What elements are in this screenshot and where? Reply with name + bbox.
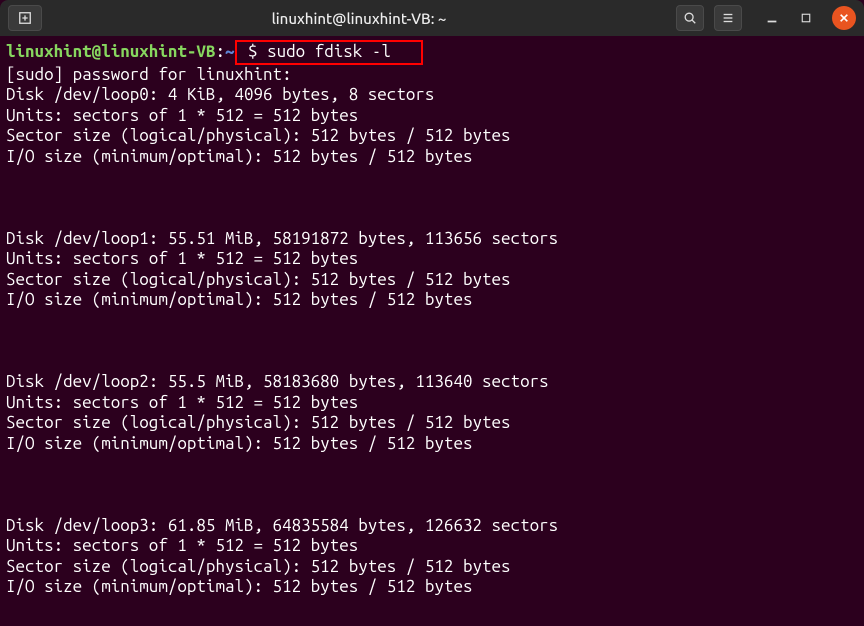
sudo-password-line: [sudo] password for linuxhint: — [6, 65, 292, 84]
disk0-line1: Disk /dev/loop0: 4 KiB, 4096 bytes, 8 se… — [6, 85, 434, 104]
disk2-line3: Sector size (logical/physical): 512 byte… — [6, 413, 511, 432]
command-text: sudo fdisk -l — [267, 42, 391, 61]
window-title: linuxhint@linuxhint-VB: ~ — [50, 10, 668, 27]
disk0-line2: Units: sectors of 1 * 512 = 512 bytes — [6, 106, 358, 125]
terminal-window: linuxhint@linuxhint-VB: ~ linuxhint@l — [0, 0, 864, 626]
disk1-line4: I/O size (minimum/optimal): 512 bytes / … — [6, 290, 472, 309]
disk0-line4: I/O size (minimum/optimal): 512 bytes / … — [6, 147, 472, 166]
titlebar-left — [8, 5, 42, 31]
new-tab-button[interactable] — [8, 5, 42, 31]
prompt-path: ~ — [225, 42, 235, 61]
disk3-line3: Sector size (logical/physical): 512 byte… — [6, 557, 511, 576]
close-button[interactable] — [832, 6, 856, 30]
prompt-separator: : — [215, 42, 225, 61]
disk0-line3: Sector size (logical/physical): 512 byte… — [6, 126, 511, 145]
disk3-line4: I/O size (minimum/optimal): 512 bytes / … — [6, 577, 472, 596]
disk1-line3: Sector size (logical/physical): 512 byte… — [6, 270, 511, 289]
window-controls — [764, 6, 856, 30]
disk2-line1: Disk /dev/loop2: 55.5 MiB, 58183680 byte… — [6, 372, 549, 391]
maximize-button[interactable] — [798, 10, 814, 26]
disk1-line2: Units: sectors of 1 * 512 = 512 bytes — [6, 249, 358, 268]
search-button[interactable] — [676, 5, 704, 31]
titlebar-right — [676, 5, 856, 31]
disk2-line4: I/O size (minimum/optimal): 512 bytes / … — [6, 434, 472, 453]
prompt-user: linuxhint@linuxhint-VB — [6, 42, 215, 61]
minimize-button[interactable] — [764, 10, 780, 26]
disk2-line2: Units: sectors of 1 * 512 = 512 bytes — [6, 393, 358, 412]
terminal-output[interactable]: linuxhint@linuxhint-VB:~ $ sudo fdisk -l… — [0, 36, 864, 626]
titlebar: linuxhint@linuxhint-VB: ~ — [0, 0, 864, 36]
menu-button[interactable] — [714, 5, 742, 31]
prompt-dollar: $ — [239, 42, 268, 61]
command-highlight-box: $ sudo fdisk -l — [235, 40, 424, 65]
disk1-line1: Disk /dev/loop1: 55.51 MiB, 58191872 byt… — [6, 229, 558, 248]
disk3-line1: Disk /dev/loop3: 61.85 MiB, 64835584 byt… — [6, 516, 558, 535]
disk3-line2: Units: sectors of 1 * 512 = 512 bytes — [6, 536, 358, 555]
